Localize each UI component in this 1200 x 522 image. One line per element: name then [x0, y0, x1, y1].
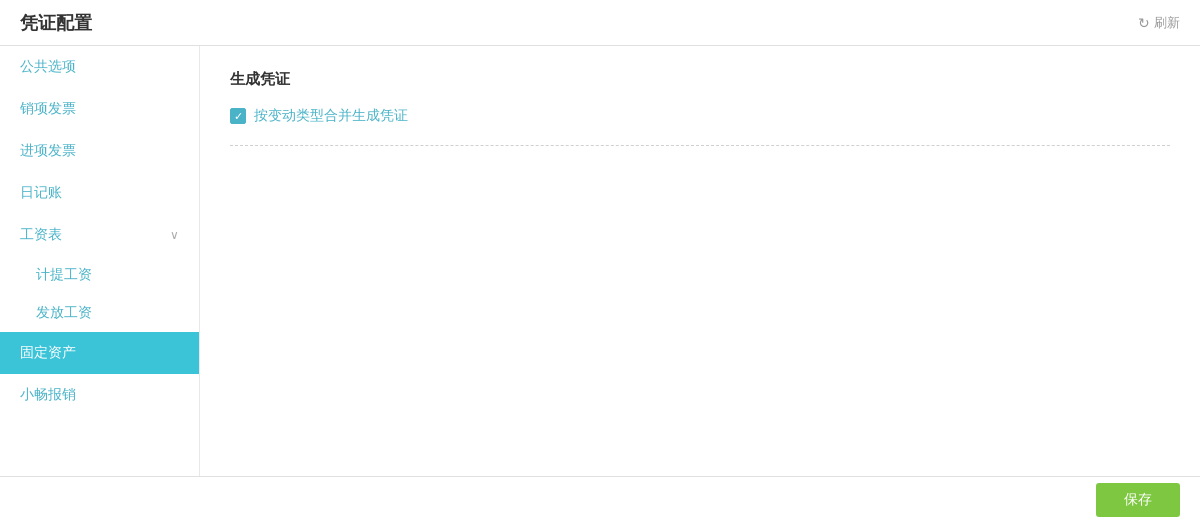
sidebar-item-journal[interactable]: 日记账	[0, 172, 199, 214]
footer: 保存	[0, 476, 1200, 522]
sidebar: 公共选项 销项发票 进项发票 日记账 工资表 ∨ 计提工资 发放工资 固定资产 …	[0, 46, 200, 476]
sidebar-item-purchase-invoice[interactable]: 进项发票	[0, 130, 199, 172]
main-container: 公共选项 销项发票 进项发票 日记账 工资表 ∨ 计提工资 发放工资 固定资产 …	[0, 46, 1200, 476]
sidebar-item-label: 计提工资	[36, 266, 92, 282]
sidebar-item-expense[interactable]: 小畅报销	[0, 374, 199, 416]
refresh-label: 刷新	[1154, 14, 1180, 32]
section-title: 生成凭证	[230, 70, 1170, 89]
chevron-down-icon: ∨	[170, 228, 179, 242]
sidebar-item-label: 发放工资	[36, 304, 92, 320]
sidebar-item-sales-invoice[interactable]: 销项发票	[0, 88, 199, 130]
sidebar-item-label: 公共选项	[20, 58, 76, 76]
refresh-button[interactable]: ↻ 刷新	[1138, 14, 1180, 32]
sidebar-item-label: 小畅报销	[20, 386, 76, 404]
sidebar-item-fixed-assets[interactable]: 固定资产	[0, 332, 199, 374]
checkbox-row: 按变动类型合并生成凭证	[230, 107, 1170, 125]
checkbox-label[interactable]: 按变动类型合并生成凭证	[254, 107, 408, 125]
content-area: 生成凭证 按变动类型合并生成凭证	[200, 46, 1200, 476]
sidebar-item-label: 固定资产	[20, 344, 76, 362]
header: 凭证配置 ↻ 刷新	[0, 0, 1200, 46]
sidebar-item-payroll[interactable]: 工资表 ∨	[0, 214, 199, 256]
sidebar-item-label: 进项发票	[20, 142, 76, 160]
sidebar-item-label: 日记账	[20, 184, 62, 202]
sidebar-item-label: 工资表	[20, 226, 62, 244]
sidebar-item-label: 销项发票	[20, 100, 76, 118]
sidebar-item-public[interactable]: 公共选项	[0, 46, 199, 88]
refresh-icon: ↻	[1138, 15, 1150, 31]
page-title: 凭证配置	[20, 11, 92, 35]
section-divider	[230, 145, 1170, 146]
save-button[interactable]: 保存	[1096, 483, 1180, 517]
merge-checkbox[interactable]	[230, 108, 246, 124]
sidebar-item-accrual-salary[interactable]: 计提工资	[0, 256, 199, 294]
sidebar-item-pay-salary[interactable]: 发放工资	[0, 294, 199, 332]
